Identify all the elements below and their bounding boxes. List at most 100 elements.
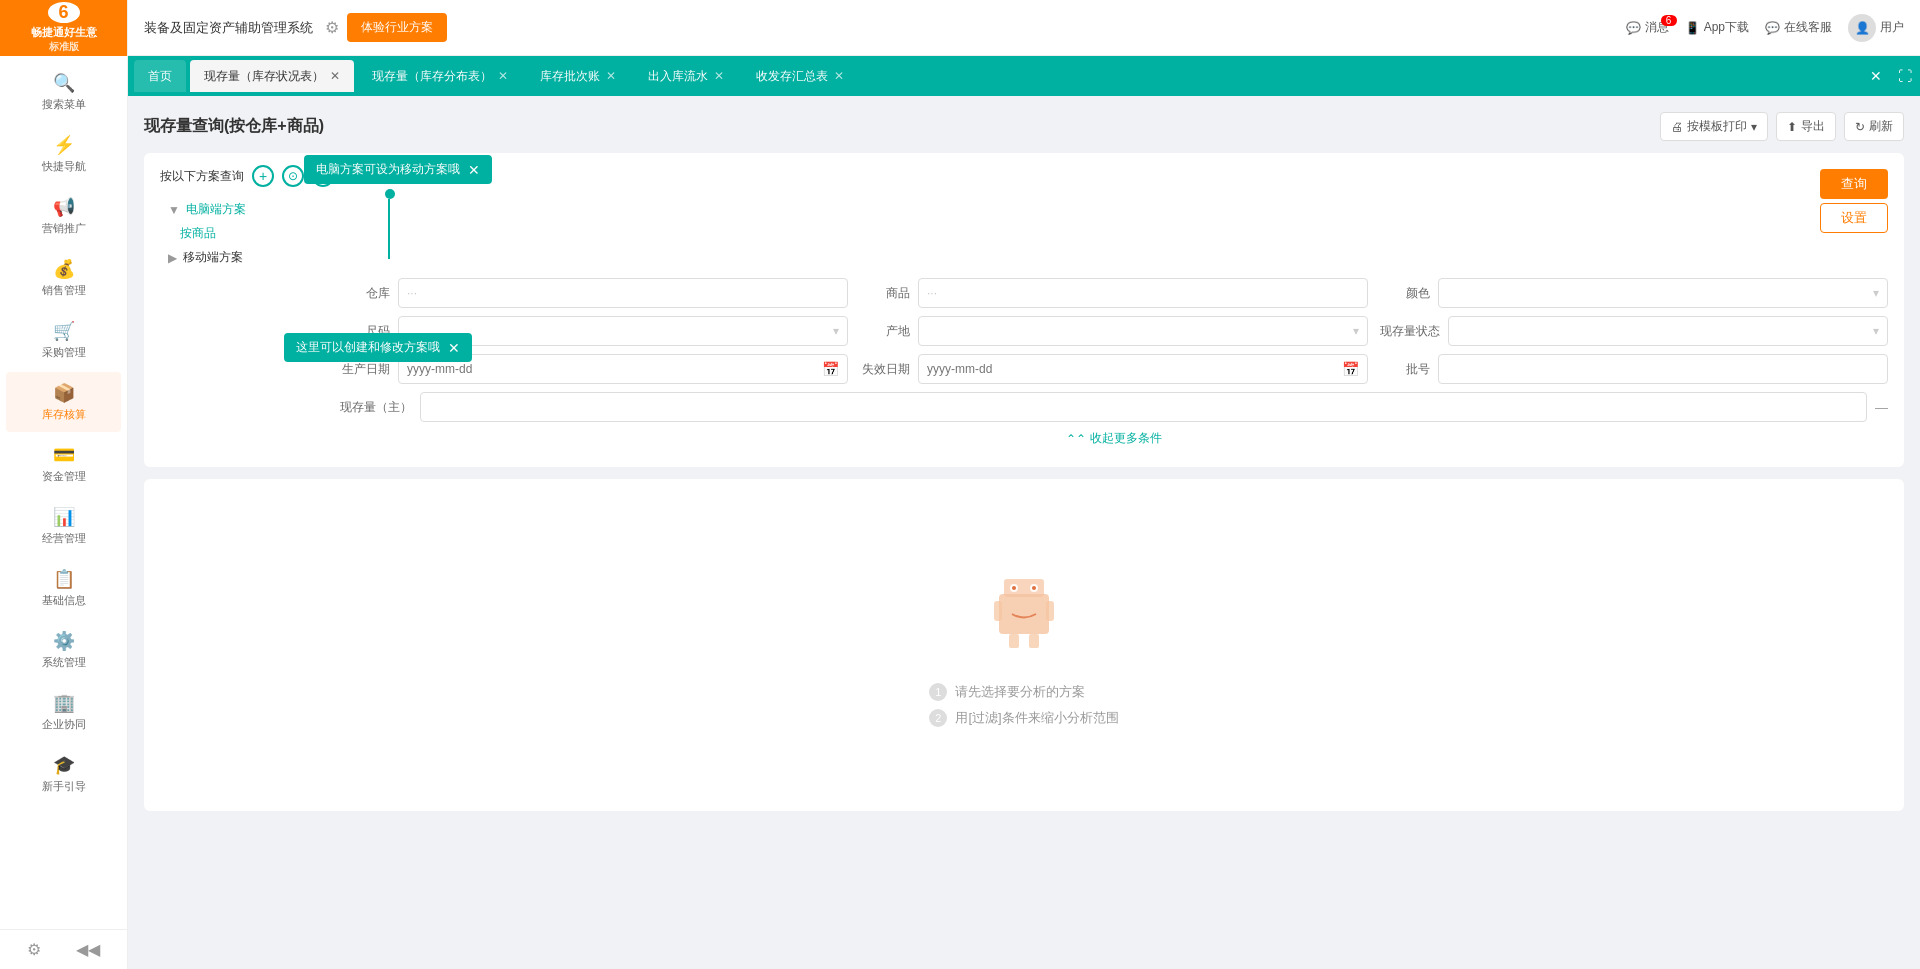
refresh-btn[interactable]: ↻ 刷新 <box>1844 112 1904 141</box>
sidebar-label-purchase: 采购管理 <box>42 345 86 360</box>
filter-row-2: 尺码 ▾ 产地 ▾ 现存量状态 <box>340 316 1888 346</box>
batch-input[interactable] <box>1438 354 1888 384</box>
amount-start-input[interactable] <box>420 392 1867 422</box>
tabs-maximize-btn[interactable]: ⛶ <box>1894 64 1916 88</box>
operation-icon: 📊 <box>53 506 75 528</box>
page-container: 现存量查询(按仓库+商品) 🖨 按模板打印 ▾ ⬆ 导出 ↻ 刷新 <box>128 96 1920 827</box>
calendar-icon-produce[interactable]: 📅 <box>822 361 839 377</box>
filter-row-4: 现存量（主） — <box>340 392 1888 422</box>
filter-field-batch: 批号 <box>1380 354 1888 384</box>
product-dots: ··· <box>927 286 937 300</box>
empty-hint-2: 2 用[过滤]条件来缩小分析范围 <box>929 705 1118 731</box>
sidebar-item-search[interactable]: 🔍 搜索菜单 <box>6 62 121 122</box>
sidebar-item-finance[interactable]: 💳 资金管理 <box>6 434 121 494</box>
tab-inout-flow-close[interactable]: ✕ <box>714 69 724 83</box>
sidebar-item-quicknav[interactable]: ⚡ 快捷导航 <box>6 124 121 184</box>
sidebar-label-enterprise: 企业协同 <box>42 717 86 732</box>
hint-num-1: 1 <box>929 683 947 701</box>
scheme-create-text: 这里可以创建和修改方案哦 <box>296 339 440 356</box>
export-btn[interactable]: ⬆ 导出 <box>1776 112 1836 141</box>
scheme-sub-item-product[interactable]: 按商品 <box>160 222 1888 245</box>
svg-rect-6 <box>1009 634 1019 648</box>
color-label: 颜色 <box>1380 285 1430 302</box>
tab-stock-dist[interactable]: 现存量（库存分布表） ✕ <box>358 60 522 92</box>
filter-field-origin: 产地 ▾ <box>860 316 1368 346</box>
sidebar-item-purchase[interactable]: 🛒 采购管理 <box>6 310 121 370</box>
tab-stock-status-close[interactable]: ✕ <box>330 69 340 83</box>
sidebar-item-sales[interactable]: 💰 销售管理 <box>6 248 121 308</box>
scheme-create-close[interactable]: ✕ <box>448 340 460 356</box>
sidebar-item-guide[interactable]: 🎓 新手引导 <box>6 744 121 804</box>
refresh-icon: ↻ <box>1855 120 1865 134</box>
batch-label: 批号 <box>1380 361 1430 378</box>
hint-text-2: 用[过滤]条件来缩小分析范围 <box>955 705 1118 731</box>
settings-gear-icon[interactable]: ⚙ <box>325 18 339 37</box>
sidebar-item-enterprise[interactable]: 🏢 企业协同 <box>6 682 121 742</box>
template-print-btn[interactable]: 🖨 按模板打印 ▾ <box>1660 112 1768 141</box>
sidebar-item-system[interactable]: ⚙️ 系统管理 <box>6 620 121 680</box>
tab-inout-flow[interactable]: 出入库流水 ✕ <box>634 60 738 92</box>
scheme-tree: ▼ 电脑端方案 按商品 ▶ 移动端方案 <box>160 197 1888 270</box>
color-select[interactable]: ▾ <box>1438 278 1888 308</box>
header: 装备及固定资产辅助管理系统 ⚙ 体验行业方案 💬 消息 6 📱 App下载 💬 … <box>128 0 1920 56</box>
expire-date-input-wrap[interactable]: 📅 <box>918 354 1368 384</box>
tree-arrow-pc: ▼ <box>168 203 180 217</box>
app-download-label: App下载 <box>1704 19 1749 36</box>
user-menu[interactable]: 👤 用户 <box>1848 14 1904 42</box>
svg-rect-7 <box>1029 634 1039 648</box>
sidebar-item-operation[interactable]: 📊 经营管理 <box>6 496 121 556</box>
scheme-tree-mobile[interactable]: ▶ 移动端方案 <box>160 245 1888 270</box>
scheme-tree-pc[interactable]: ▼ 电脑端方案 <box>160 197 1888 222</box>
online-service-btn[interactable]: 💬 在线客服 <box>1765 19 1832 36</box>
export-icon: ⬆ <box>1787 120 1797 134</box>
sidebar-label-marketing: 营销推广 <box>42 221 86 236</box>
tabs-right-controls: ✕ ⛶ <box>1866 64 1916 88</box>
filter-field-warehouse: 仓库 ··· <box>340 278 848 308</box>
tabs-bar: 首页 现存量（库存状况表） ✕ 现存量（库存分布表） ✕ 库存批次账 ✕ 出入库… <box>128 56 1920 96</box>
expire-date-start[interactable] <box>927 362 1342 376</box>
enterprise-icon: 🏢 <box>53 692 75 714</box>
tab-receive-summary[interactable]: 收发存汇总表 ✕ <box>742 60 858 92</box>
expire-date-label: 失效日期 <box>860 361 910 378</box>
industry-btn[interactable]: 体验行业方案 <box>347 13 447 42</box>
sidebar-label-inventory: 库存核算 <box>42 407 86 422</box>
produce-date-start[interactable] <box>407 362 822 376</box>
collapse-btn[interactable]: ⌃⌃ 收起更多条件 <box>1066 430 1162 447</box>
collapse-sidebar-btn[interactable]: ◀◀ <box>76 940 100 959</box>
sidebar-label-guide: 新手引导 <box>42 779 86 794</box>
warehouse-select[interactable]: ··· <box>398 278 848 308</box>
reset-btn[interactable]: 设置 <box>1820 203 1888 233</box>
tab-home-label: 首页 <box>148 68 172 85</box>
tab-batch-ledger-label: 库存批次账 <box>540 68 600 85</box>
tab-batch-ledger[interactable]: 库存批次账 ✕ <box>526 60 630 92</box>
svg-rect-9 <box>1046 601 1054 621</box>
calendar-icon-expire[interactable]: 📅 <box>1342 361 1359 377</box>
tab-receive-summary-close[interactable]: ✕ <box>834 69 844 83</box>
tab-batch-ledger-close[interactable]: ✕ <box>606 69 616 83</box>
tab-stock-dist-close[interactable]: ✕ <box>498 69 508 83</box>
sidebar-item-marketing[interactable]: 📢 营销推广 <box>6 186 121 246</box>
size-arrow: ▾ <box>833 324 839 338</box>
tab-stock-status[interactable]: 现存量（库存状况表） ✕ <box>190 60 354 92</box>
tab-home[interactable]: 首页 <box>134 60 186 92</box>
filter-copy-btn[interactable]: ⊙ <box>282 165 304 187</box>
settings-footer-btn[interactable]: ⚙ <box>27 940 41 959</box>
sidebar-item-basic[interactable]: 📋 基础信息 <box>6 558 121 618</box>
stock-status-select[interactable]: ▾ <box>1448 316 1888 346</box>
scheme-tooltip-close[interactable]: ✕ <box>468 162 480 178</box>
filter-row-3: 生产日期 📅 失效日期 📅 <box>340 354 1888 384</box>
sidebar-label-basic: 基础信息 <box>42 593 86 608</box>
filter-header-label: 按以下方案查询 <box>160 168 244 185</box>
filter-add-btn[interactable]: + <box>252 165 274 187</box>
print-icon: 🖨 <box>1671 120 1683 134</box>
search-btn[interactable]: 查询 <box>1820 169 1888 199</box>
product-select[interactable]: ··· <box>918 278 1368 308</box>
hint-text-1: 请先选择要分析的方案 <box>955 679 1085 705</box>
produce-date-label: 生产日期 <box>340 361 390 378</box>
tabs-close-all-btn[interactable]: ✕ <box>1866 64 1886 88</box>
tab-receive-summary-label: 收发存汇总表 <box>756 68 828 85</box>
message-btn[interactable]: 💬 消息 6 <box>1626 19 1669 36</box>
app-download-btn[interactable]: 📱 App下载 <box>1685 19 1749 36</box>
sidebar-item-inventory[interactable]: 📦 库存核算 <box>6 372 121 432</box>
origin-select[interactable]: ▾ <box>918 316 1368 346</box>
